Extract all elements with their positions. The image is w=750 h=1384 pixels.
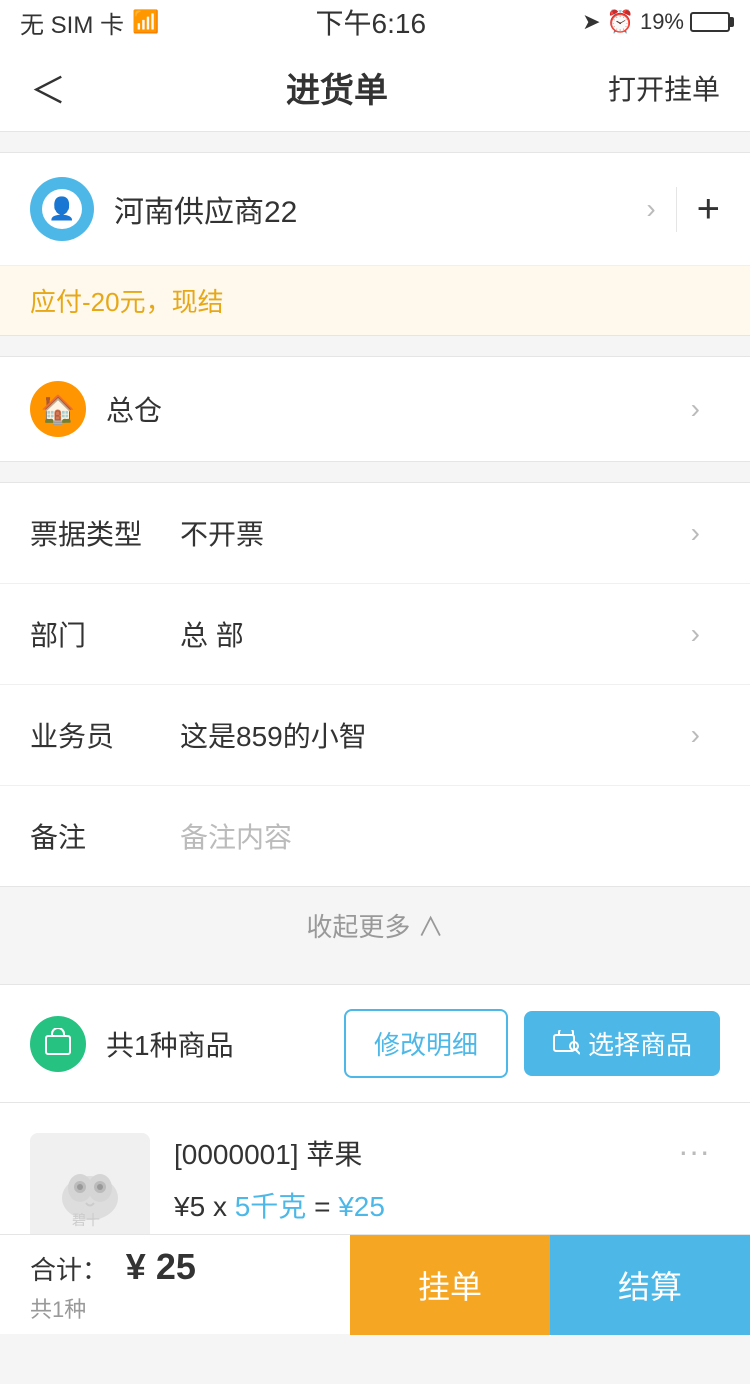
product-quantity: 5千克 <box>235 1191 307 1222</box>
warehouse-label: 总仓 <box>106 389 691 429</box>
product-more-button[interactable]: ··· <box>668 1133 720 1170</box>
salesperson-key: 业务员 <box>30 715 150 755</box>
total-amount: ¥ 25 <box>126 1246 196 1287</box>
avatar-inner: 👤 <box>42 189 82 229</box>
battery-percent: 19% <box>640 9 684 35</box>
product-count-text: 共1种商品 <box>106 1024 344 1064</box>
collapse-label: 收起更多 ∧ <box>306 912 443 942</box>
product-unit-price: ¥5 <box>174 1191 205 1222</box>
product-equals: = <box>314 1191 338 1222</box>
time-label: 下午6:16 <box>316 2 427 42</box>
warehouse-row[interactable]: 🏠 总仓 › <box>0 357 750 461</box>
form-section: 票据类型 不开票 › 部门 总 部 › 业务员 这是859的小智 › 备注 备注… <box>0 482 750 887</box>
remark-key: 备注 <box>30 816 150 856</box>
battery-icon <box>690 12 730 32</box>
supplier-add-button[interactable]: + <box>676 187 720 232</box>
avatar: 👤 <box>30 177 94 241</box>
product-name: [0000001] 苹果 <box>174 1133 668 1173</box>
warehouse-section: 🏠 总仓 › <box>0 356 750 462</box>
supplier-name: 河南供应商22 <box>114 187 297 231</box>
invoice-type-value: 不开票 <box>150 513 691 553</box>
department-row[interactable]: 部门 总 部 › <box>0 584 750 685</box>
product-header: 共1种商品 修改明细 选择商品 <box>0 984 750 1103</box>
notice-bar: 应付-20元，现结 <box>0 266 750 336</box>
svg-text:碧十: 碧十 <box>72 1212 100 1228</box>
department-key: 部门 <box>30 614 150 654</box>
hang-button[interactable]: 挂单 <box>350 1235 550 1335</box>
remark-placeholder: 备注内容 <box>150 816 720 856</box>
wifi-icon: 📶 <box>132 9 159 35</box>
total-label: 合计： <box>30 1255 108 1285</box>
select-product-button[interactable]: 选择商品 <box>524 1011 720 1076</box>
remark-row[interactable]: 备注 备注内容 <box>0 786 750 886</box>
supplier-row[interactable]: 👤 河南供应商22 › + <box>0 153 750 266</box>
collapse-toggle[interactable]: 收起更多 ∧ <box>0 887 750 964</box>
product-title: 苹果 <box>306 1139 362 1170</box>
page-title: 进货单 <box>286 63 388 112</box>
location-icon: ➤ <box>582 9 600 35</box>
select-product-label: 选择商品 <box>588 1025 692 1062</box>
divider-4 <box>0 964 750 984</box>
department-value: 总 部 <box>150 614 691 654</box>
total-section: 合计： ¥ 25 共1种 <box>0 1246 350 1324</box>
invoice-type-row[interactable]: 票据类型 不开票 › <box>0 483 750 584</box>
status-left: 无 SIM 卡 📶 <box>20 5 159 40</box>
notice-text: 应付-20元，现结 <box>30 287 224 317</box>
product-count-icon <box>30 1016 86 1072</box>
back-button[interactable]: ＜ <box>30 62 66 114</box>
divider-1 <box>0 132 750 152</box>
checkout-button[interactable]: 结算 <box>550 1235 750 1335</box>
divider-3 <box>0 462 750 482</box>
salesperson-row[interactable]: 业务员 这是859的小智 › <box>0 685 750 786</box>
edit-detail-button[interactable]: 修改明细 <box>344 1009 508 1078</box>
divider-2 <box>0 336 750 356</box>
nav-bar: ＜ 进货单 打开挂单 <box>0 44 750 132</box>
product-price: ¥5 x 5千克 = ¥25 <box>174 1185 668 1225</box>
department-chevron-icon: › <box>691 618 700 650</box>
product-total: ¥25 <box>338 1191 385 1222</box>
status-bar: 无 SIM 卡 📶 下午6:16 ➤ ⏰ 19% <box>0 0 750 44</box>
product-multiply: x <box>213 1191 235 1222</box>
status-right: ➤ ⏰ 19% <box>582 9 730 35</box>
supplier-section: 👤 河南供应商22 › + 应付-20元，现结 <box>0 152 750 336</box>
bottom-bar: 合计： ¥ 25 共1种 挂单 结算 <box>0 1234 750 1334</box>
alarm-icon: ⏰ <box>607 9 634 35</box>
open-pending-button[interactable]: 打开挂单 <box>608 68 720 108</box>
invoice-type-chevron-icon: › <box>691 517 700 549</box>
salesperson-chevron-icon: › <box>691 719 700 751</box>
warehouse-icon: 🏠 <box>30 381 86 437</box>
product-info: [0000001] 苹果 ¥5 x 5千克 = ¥25 <box>174 1133 668 1225</box>
total-count: 共1种 <box>30 1292 320 1324</box>
warehouse-chevron-icon: › <box>691 393 700 425</box>
invoice-type-key: 票据类型 <box>30 513 150 553</box>
product-code: [0000001] <box>174 1139 299 1170</box>
supplier-chevron-icon: › <box>646 193 655 225</box>
supplier-main: 👤 河南供应商22 <box>30 177 646 241</box>
salesperson-value: 这是859的小智 <box>150 715 691 755</box>
carrier-label: 无 SIM 卡 <box>20 5 124 40</box>
